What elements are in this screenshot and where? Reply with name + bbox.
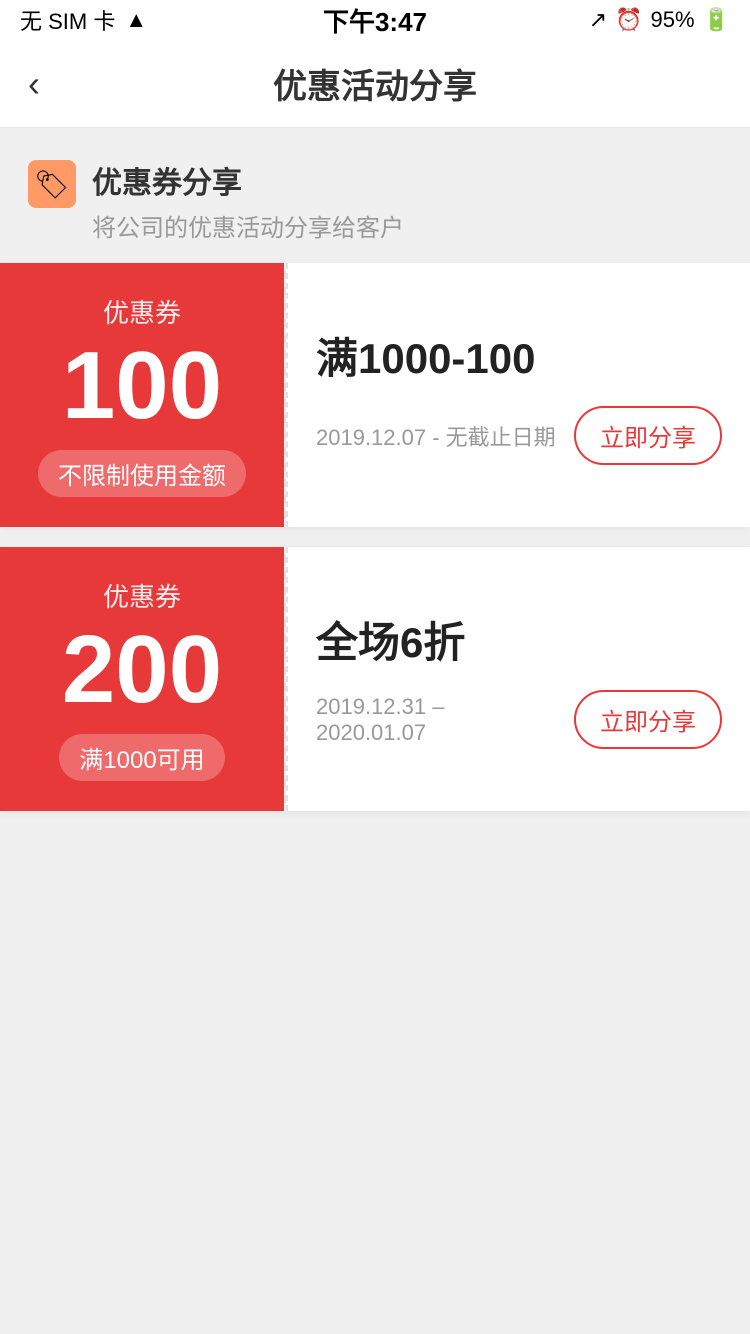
battery-text: 95% [651,7,695,33]
coupon-right-1: 满1000-100 2019.12.07 - 无截止日期 立即分享 [286,263,750,527]
status-right: ↗ ⏰ 95% 🔋 [589,7,730,33]
location-icon: ↗ [589,7,607,33]
coupon-label-2: 优惠券 [103,577,181,614]
coupon-label-1: 优惠券 [103,293,181,330]
section-title: 优惠券分享 [92,158,404,202]
coupon-right-2: 全场6折 2019.12.31 – 2020.01.07 立即分享 [286,547,750,811]
coupon-card: 优惠券 100 不限制使用金额 满1000-100 2019.12.07 - 无… [0,263,750,527]
status-left: 无 SIM 卡 ▲ [20,4,147,36]
share-button-1[interactable]: 立即分享 [574,406,722,465]
coupon-card: 优惠券 200 满1000可用 全场6折 2019.12.31 – 2020.0… [0,547,750,811]
coupon-icon: 🏷 [34,168,70,201]
main-content: 🏷 优惠券分享 将公司的优惠活动分享给客户 优惠券 100 不限制使用金额 满1… [0,128,750,1028]
section-text-group: 优惠券分享 将公司的优惠活动分享给客户 [92,158,404,243]
coupon-date-row-2: 2019.12.31 – 2020.01.07 立即分享 [316,690,722,749]
coupon-list: 优惠券 100 不限制使用金额 满1000-100 2019.12.07 - 无… [0,263,750,871]
status-bar: 无 SIM 卡 ▲ 下午3:47 ↗ ⏰ 95% 🔋 [0,0,750,40]
coupon-left-1: 优惠券 100 不限制使用金额 [0,263,284,527]
nav-title: 优惠活动分享 [273,59,477,108]
coupon-left-2: 优惠券 200 满1000可用 [0,547,284,811]
battery-icon: 🔋 [703,7,730,33]
section-icon: 🏷 [28,160,76,208]
back-button[interactable]: ‹ [28,63,40,105]
share-button-2[interactable]: 立即分享 [574,690,722,749]
coupon-date-1: 2019.12.07 - 无截止日期 [316,420,558,452]
section-subtitle: 将公司的优惠活动分享给客户 [92,208,404,243]
carrier-text: 无 SIM 卡 [20,4,115,36]
coupon-date-row-1: 2019.12.07 - 无截止日期 立即分享 [316,406,722,465]
coupon-date-2: 2019.12.31 – 2020.01.07 [316,694,558,746]
coupon-name-1: 满1000-100 [316,325,722,386]
section-header: 🏷 优惠券分享 将公司的优惠活动分享给客户 [0,128,750,263]
coupon-condition-1: 不限制使用金额 [38,450,246,497]
status-time: 下午3:47 [323,2,427,39]
coupon-condition-2: 满1000可用 [59,734,224,781]
wifi-icon: ▲ [125,7,147,33]
coupon-name-2: 全场6折 [316,609,722,670]
alarm-icon: ⏰ [615,7,642,33]
nav-bar: ‹ 优惠活动分享 [0,40,750,128]
coupon-amount-2: 200 [62,622,222,718]
coupon-amount-1: 100 [62,338,222,434]
